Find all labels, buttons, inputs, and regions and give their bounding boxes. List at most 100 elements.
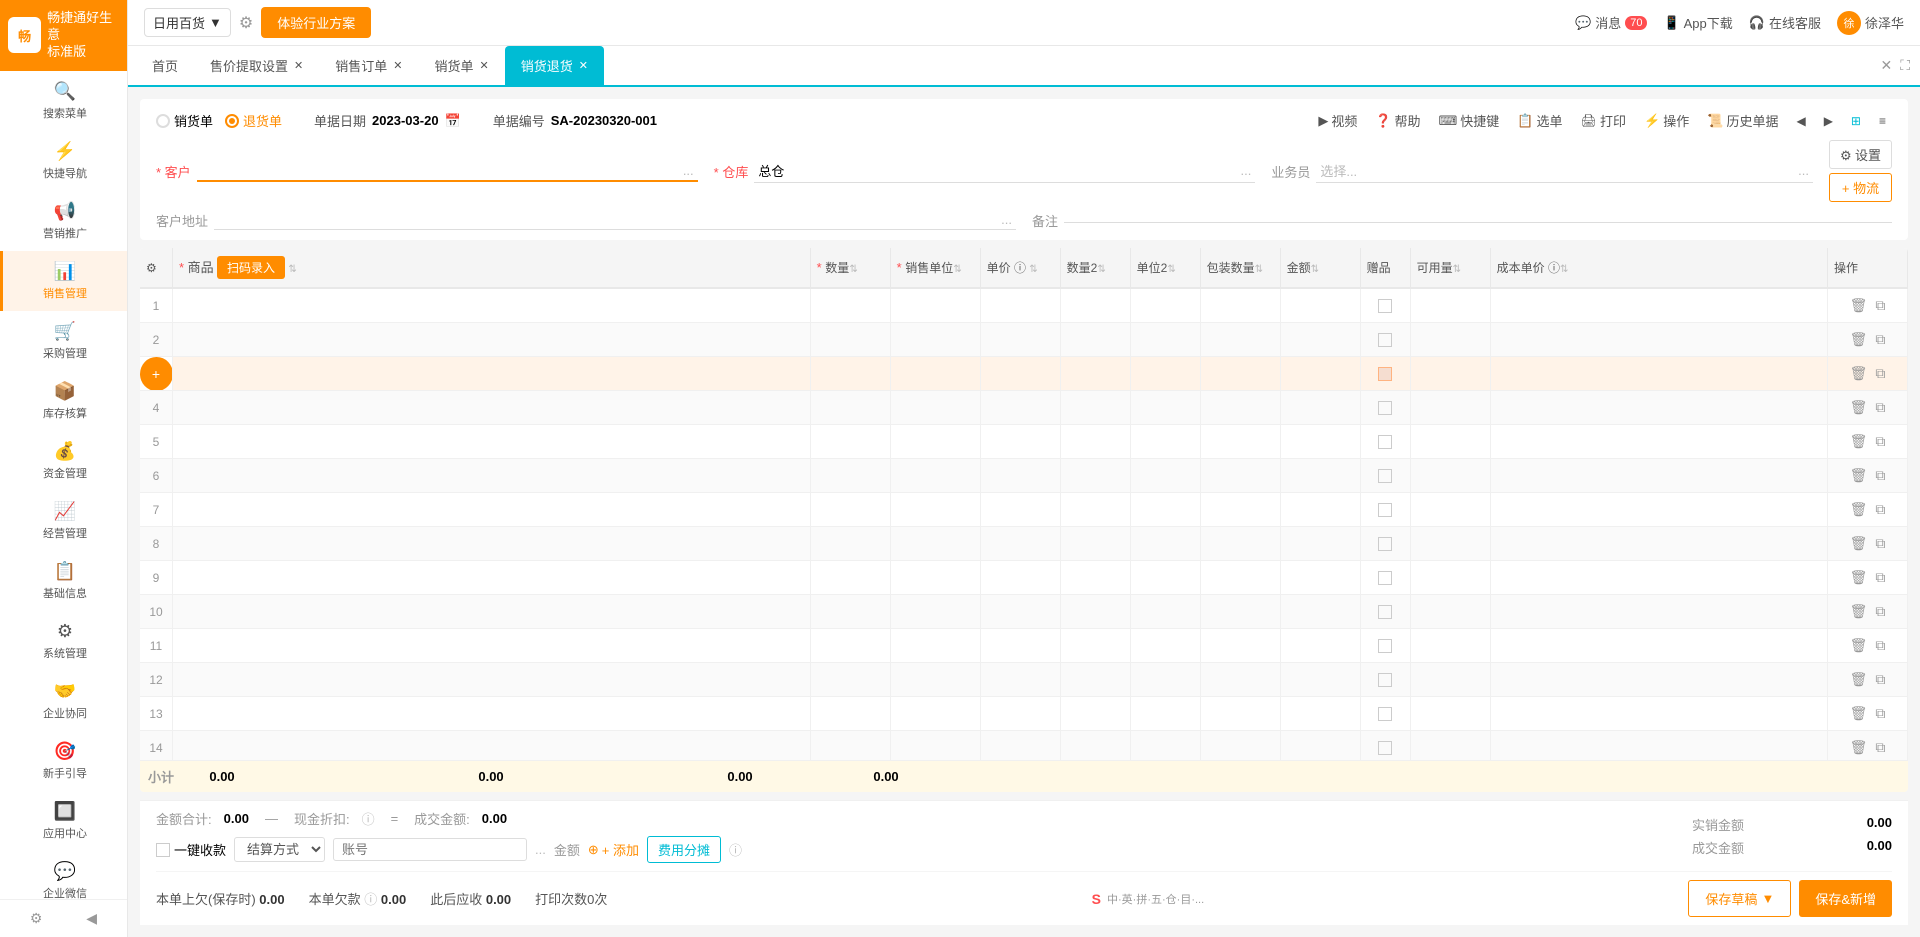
cost-cell-13[interactable] xyxy=(1490,697,1827,731)
price-cell-11[interactable] xyxy=(980,629,1060,663)
tab-home[interactable]: 首页 xyxy=(136,46,194,87)
cost-sort-icon[interactable]: ⇅ xyxy=(1560,264,1568,275)
chevron-down-icon2[interactable]: ▼ xyxy=(1761,891,1774,906)
product-cell-6[interactable] xyxy=(173,459,811,493)
gift-checkbox-13[interactable] xyxy=(1378,707,1392,721)
product-cell-1[interactable] xyxy=(173,288,811,323)
unit2-cell-10[interactable] xyxy=(1130,595,1200,629)
unit2-cell-8[interactable] xyxy=(1130,527,1200,561)
sidebar-item-apps[interactable]: 🔲应用中心 xyxy=(0,791,127,851)
price-cell-9[interactable] xyxy=(980,561,1060,595)
save-draft-btn[interactable]: 保存草稿 ▼ xyxy=(1688,880,1791,917)
delete-btn-3[interactable]: 🗑 xyxy=(1848,363,1870,384)
amount-cell-10[interactable] xyxy=(1280,595,1360,629)
cost-cell-1[interactable] xyxy=(1490,288,1827,323)
save-new-btn[interactable]: 保存&新增 xyxy=(1799,880,1892,917)
unit2-cell-2[interactable] xyxy=(1130,323,1200,357)
shortcut-btn[interactable]: ⌨ 快捷键 xyxy=(1433,109,1506,132)
address-dots[interactable]: ... xyxy=(1001,212,1012,227)
pkg-cell-14[interactable] xyxy=(1200,731,1280,761)
customer-input[interactable]: ... xyxy=(197,161,698,182)
unit-cell-4[interactable] xyxy=(890,391,980,425)
qty-cell-5[interactable] xyxy=(810,425,890,459)
customer-dots[interactable]: ... xyxy=(683,163,694,178)
gift-cell-12[interactable] xyxy=(1360,663,1410,697)
product-cell-14[interactable] xyxy=(173,731,811,761)
copy-btn-9[interactable]: ⧉ xyxy=(1873,567,1887,588)
delete-btn-13[interactable]: 🗑 xyxy=(1848,703,1870,724)
add-payment-btn[interactable]: ⊕ + 添加 xyxy=(588,840,639,859)
delete-btn-9[interactable]: 🗑 xyxy=(1848,567,1870,588)
copy-btn-2[interactable]: ⧉ xyxy=(1873,329,1887,350)
delete-btn-10[interactable]: 🗑 xyxy=(1848,601,1870,622)
delete-btn-14[interactable]: 🗑 xyxy=(1848,737,1870,758)
gift-cell-1[interactable] xyxy=(1360,288,1410,323)
logistics-btn[interactable]: + 物流 xyxy=(1829,173,1892,202)
sidebar-settings-btn[interactable]: ⚙ xyxy=(28,908,45,929)
qty-cell-3[interactable] xyxy=(810,357,890,391)
cost-cell-11[interactable] xyxy=(1490,629,1827,663)
qty-cell-11[interactable] xyxy=(810,629,890,663)
pkg-cell-7[interactable] xyxy=(1200,493,1280,527)
list-view-btn[interactable]: ≡ xyxy=(1873,112,1892,130)
grid-view-btn[interactable]: ⊞ xyxy=(1845,112,1867,130)
available-cell-14[interactable] xyxy=(1410,731,1490,761)
gift-checkbox-6[interactable] xyxy=(1378,469,1392,483)
remark-input[interactable] xyxy=(1064,218,1892,223)
copy-btn-8[interactable]: ⧉ xyxy=(1873,533,1887,554)
unit2-cell-4[interactable] xyxy=(1130,391,1200,425)
qty2-cell-4[interactable] xyxy=(1060,391,1130,425)
unit2-cell-5[interactable] xyxy=(1130,425,1200,459)
sidebar-item-marketing[interactable]: 📢营销推广 xyxy=(0,191,127,251)
gift-checkbox-11[interactable] xyxy=(1378,639,1392,653)
available-cell-12[interactable] xyxy=(1410,663,1490,697)
account-dots[interactable]: ... xyxy=(535,842,546,857)
sidebar-collapse-btn[interactable]: ◀ xyxy=(84,908,99,929)
sidebar-item-wechat[interactable]: 💬企业微信 xyxy=(0,851,127,899)
user-item[interactable]: 徐 徐泽华 xyxy=(1837,11,1904,35)
qty-sort-icon[interactable]: ⇅ xyxy=(849,264,857,275)
pkg-cell-2[interactable] xyxy=(1200,323,1280,357)
copy-btn-3[interactable]: ⧉ xyxy=(1873,363,1887,384)
amount-cell-2[interactable] xyxy=(1280,323,1360,357)
qty2-cell-3[interactable] xyxy=(1060,357,1130,391)
available-cell-8[interactable] xyxy=(1410,527,1490,561)
pkg-cell-9[interactable] xyxy=(1200,561,1280,595)
delete-btn-6[interactable]: 🗑 xyxy=(1848,465,1870,486)
product-sort-icon[interactable]: ⇅ xyxy=(288,264,296,275)
delete-btn-7[interactable]: 🗑 xyxy=(1848,499,1870,520)
amount-cell-11[interactable] xyxy=(1280,629,1360,663)
price-cell-7[interactable] xyxy=(980,493,1060,527)
tab-close-sales_delivery[interactable]: ✕ xyxy=(480,59,489,72)
sidebar-item-guide[interactable]: 🎯新手引导 xyxy=(0,731,127,791)
pkg-cell-11[interactable] xyxy=(1200,629,1280,663)
tab-close-sales_order[interactable]: ✕ xyxy=(393,59,402,72)
available-cell-3[interactable] xyxy=(1410,357,1490,391)
unit-sort-icon[interactable]: ⇅ xyxy=(953,264,961,275)
price-cell-2[interactable] xyxy=(980,323,1060,357)
industry-select[interactable]: 日用百货 ▼ xyxy=(144,8,231,37)
qty2-cell-14[interactable] xyxy=(1060,731,1130,761)
price-cell-6[interactable] xyxy=(980,459,1060,493)
qty2-cell-13[interactable] xyxy=(1060,697,1130,731)
th-settings[interactable]: ⚙ xyxy=(140,248,173,288)
scan-btn[interactable]: 扫码录入 xyxy=(217,256,285,279)
unit-cell-10[interactable] xyxy=(890,595,980,629)
gift-cell-11[interactable] xyxy=(1360,629,1410,663)
product-cell-7[interactable] xyxy=(173,493,811,527)
amount-cell-12[interactable] xyxy=(1280,663,1360,697)
product-cell-8[interactable] xyxy=(173,527,811,561)
delete-btn-1[interactable]: 🗑 xyxy=(1848,295,1870,316)
product-cell-12[interactable] xyxy=(173,663,811,697)
qty-cell-9[interactable] xyxy=(810,561,890,595)
print-btn[interactable]: 🖨 打印 xyxy=(1575,109,1633,132)
gift-cell-7[interactable] xyxy=(1360,493,1410,527)
tab-sales_return[interactable]: 销货退货✕ xyxy=(505,46,604,87)
gift-checkbox-2[interactable] xyxy=(1378,333,1392,347)
qty2-cell-6[interactable] xyxy=(1060,459,1130,493)
qty-cell-12[interactable] xyxy=(810,663,890,697)
cost-cell-2[interactable] xyxy=(1490,323,1827,357)
product-cell-11[interactable] xyxy=(173,629,811,663)
price-cell-5[interactable] xyxy=(980,425,1060,459)
cost-cell-8[interactable] xyxy=(1490,527,1827,561)
